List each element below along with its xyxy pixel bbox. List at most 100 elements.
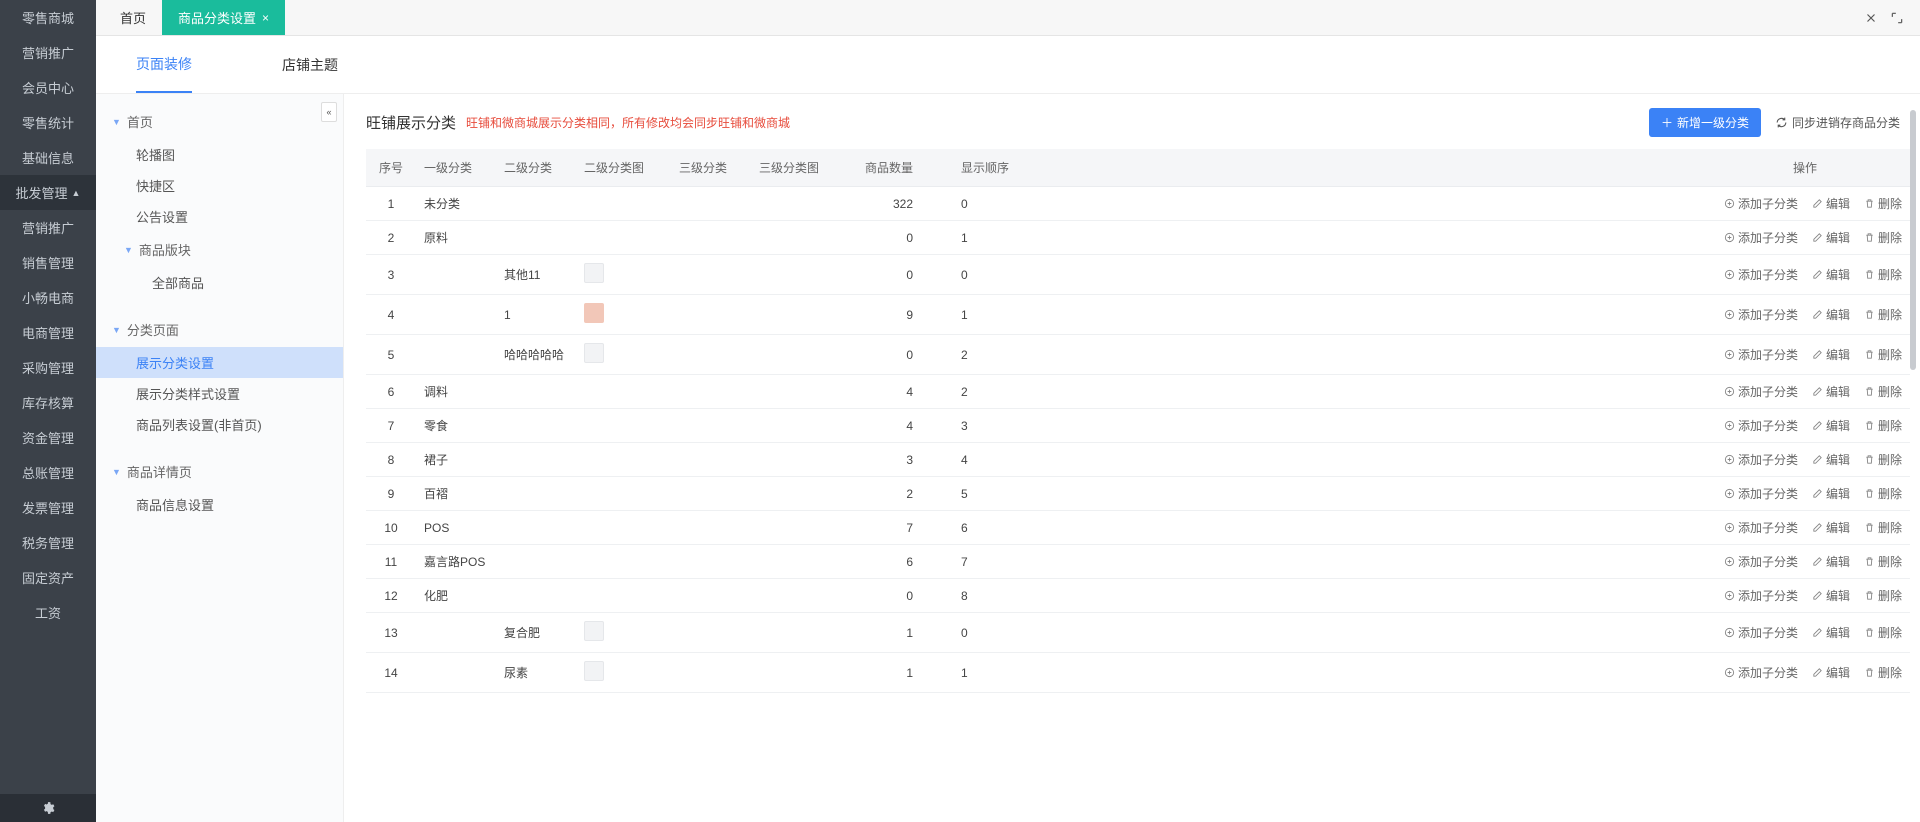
collapse-panel-button[interactable]: « bbox=[321, 102, 337, 122]
delete-button[interactable]: 删除 bbox=[1864, 417, 1902, 434]
cell-l2: 尿素 bbox=[496, 653, 576, 693]
edit-button[interactable]: 编辑 bbox=[1812, 195, 1850, 212]
add-child-button[interactable]: 添加子分类 bbox=[1724, 451, 1798, 468]
tree-item-display-cat-settings[interactable]: 展示分类设置 bbox=[96, 347, 343, 378]
tree-item-quickarea[interactable]: 快捷区 bbox=[96, 170, 343, 201]
subtab-theme[interactable]: 店铺主题 bbox=[282, 38, 338, 92]
edit-button[interactable]: 编辑 bbox=[1812, 383, 1850, 400]
nav-retail-mall[interactable]: 零售商城 bbox=[0, 0, 96, 35]
add-child-button[interactable]: 添加子分类 bbox=[1724, 519, 1798, 536]
tab-category-settings[interactable]: 商品分类设置× bbox=[162, 0, 285, 35]
add-top-category-button[interactable]: ＋新增一级分类 bbox=[1649, 108, 1761, 137]
add-child-button[interactable]: 添加子分类 bbox=[1724, 587, 1798, 604]
tree-item-goods-list[interactable]: 商品列表设置(非首页) bbox=[96, 409, 343, 440]
scrollbar-thumb[interactable] bbox=[1910, 110, 1916, 370]
nav-funds[interactable]: 资金管理 bbox=[0, 420, 96, 455]
delete-button[interactable]: 删除 bbox=[1864, 195, 1902, 212]
edit-button[interactable]: 编辑 bbox=[1812, 417, 1850, 434]
nav-ledger[interactable]: 总账管理 bbox=[0, 455, 96, 490]
nav-sales[interactable]: 销售管理 bbox=[0, 245, 96, 280]
delete-button[interactable]: 删除 bbox=[1864, 306, 1902, 323]
add-child-button[interactable]: 添加子分类 bbox=[1724, 266, 1798, 283]
tab-home[interactable]: 首页 bbox=[104, 0, 162, 35]
table-row: 6调料42添加子分类编辑删除 bbox=[366, 375, 1910, 409]
add-child-button[interactable]: 添加子分类 bbox=[1724, 553, 1798, 570]
th-l3: 三级分类 bbox=[671, 149, 751, 187]
nav-marketing-2[interactable]: 营销推广 bbox=[0, 210, 96, 245]
nav-inventory[interactable]: 库存核算 bbox=[0, 385, 96, 420]
nav-member-center[interactable]: 会员中心 bbox=[0, 70, 96, 105]
cell-seq: 8 bbox=[366, 443, 416, 477]
nav-purchase[interactable]: 采购管理 bbox=[0, 350, 96, 385]
nav-invoice[interactable]: 发票管理 bbox=[0, 490, 96, 525]
cell-l3 bbox=[671, 335, 751, 375]
edit-button[interactable]: 编辑 bbox=[1812, 587, 1850, 604]
tree-group-home[interactable]: ▼首页 bbox=[96, 104, 343, 139]
edit-button[interactable]: 编辑 bbox=[1812, 553, 1850, 570]
settings-button[interactable] bbox=[0, 794, 96, 822]
edit-button[interactable]: 编辑 bbox=[1812, 229, 1850, 246]
close-all-icon[interactable] bbox=[1864, 11, 1878, 25]
nav-tax[interactable]: 税务管理 bbox=[0, 525, 96, 560]
add-child-button[interactable]: 添加子分类 bbox=[1724, 229, 1798, 246]
add-child-button[interactable]: 添加子分类 bbox=[1724, 346, 1798, 363]
edit-button[interactable]: 编辑 bbox=[1812, 346, 1850, 363]
edit-button[interactable]: 编辑 bbox=[1812, 624, 1850, 641]
th-order: 显示顺序 bbox=[921, 149, 1700, 187]
delete-button[interactable]: 删除 bbox=[1864, 624, 1902, 641]
add-child-button[interactable]: 添加子分类 bbox=[1724, 417, 1798, 434]
plus-icon: ＋ bbox=[1661, 114, 1673, 131]
nav-fixed-asset[interactable]: 固定资产 bbox=[0, 560, 96, 595]
cell-l2: 1 bbox=[496, 295, 576, 335]
nav-salary[interactable]: 工资 bbox=[0, 595, 96, 630]
add-child-button[interactable]: 添加子分类 bbox=[1724, 664, 1798, 681]
tree-group-goods-block[interactable]: ▼商品版块 bbox=[96, 232, 343, 267]
tree-item-display-cat-style[interactable]: 展示分类样式设置 bbox=[96, 378, 343, 409]
cell-ops: 添加子分类编辑删除 bbox=[1700, 511, 1910, 545]
edit-button[interactable]: 编辑 bbox=[1812, 519, 1850, 536]
tree-item-goods-info[interactable]: 商品信息设置 bbox=[96, 489, 343, 520]
tree-group-detail-page[interactable]: ▼商品详情页 bbox=[96, 454, 343, 489]
edit-button[interactable]: 编辑 bbox=[1812, 306, 1850, 323]
delete-button[interactable]: 删除 bbox=[1864, 664, 1902, 681]
tree-item-carousel[interactable]: 轮播图 bbox=[96, 139, 343, 170]
delete-button[interactable]: 删除 bbox=[1864, 587, 1902, 604]
cell-l1: 原料 bbox=[416, 221, 496, 255]
delete-button[interactable]: 删除 bbox=[1864, 383, 1902, 400]
delete-button[interactable]: 删除 bbox=[1864, 346, 1902, 363]
delete-button[interactable]: 删除 bbox=[1864, 519, 1902, 536]
cell-l1: POS bbox=[416, 511, 496, 545]
nav-wholesale[interactable]: 批发管理▲ bbox=[0, 175, 96, 210]
add-child-button[interactable]: 添加子分类 bbox=[1724, 306, 1798, 323]
edit-button[interactable]: 编辑 bbox=[1812, 266, 1850, 283]
expand-icon[interactable] bbox=[1890, 11, 1904, 25]
tree-item-all-goods[interactable]: 全部商品 bbox=[96, 267, 343, 298]
nav-retail-stat[interactable]: 零售统计 bbox=[0, 105, 96, 140]
delete-button[interactable]: 删除 bbox=[1864, 485, 1902, 502]
cell-l2img bbox=[576, 221, 671, 255]
thumbnail-placeholder bbox=[584, 343, 604, 363]
add-child-button[interactable]: 添加子分类 bbox=[1724, 485, 1798, 502]
nav-ecommerce[interactable]: 电商管理 bbox=[0, 315, 96, 350]
nav-xiaochang[interactable]: 小畅电商 bbox=[0, 280, 96, 315]
delete-button[interactable]: 删除 bbox=[1864, 266, 1902, 283]
nav-marketing-1[interactable]: 营销推广 bbox=[0, 35, 96, 70]
subtab-decoration[interactable]: 页面装修 bbox=[136, 37, 192, 93]
cell-order: 5 bbox=[921, 477, 1700, 511]
close-icon[interactable]: × bbox=[262, 11, 269, 25]
tree-item-notice[interactable]: 公告设置 bbox=[96, 201, 343, 232]
add-child-button[interactable]: 添加子分类 bbox=[1724, 383, 1798, 400]
delete-button[interactable]: 删除 bbox=[1864, 229, 1902, 246]
cell-l1: 调料 bbox=[416, 375, 496, 409]
delete-button[interactable]: 删除 bbox=[1864, 451, 1902, 468]
cell-l2img bbox=[576, 409, 671, 443]
delete-button[interactable]: 删除 bbox=[1864, 553, 1902, 570]
add-child-button[interactable]: 添加子分类 bbox=[1724, 195, 1798, 212]
edit-button[interactable]: 编辑 bbox=[1812, 485, 1850, 502]
edit-button[interactable]: 编辑 bbox=[1812, 451, 1850, 468]
tree-group-category-page[interactable]: ▼分类页面 bbox=[96, 312, 343, 347]
sync-categories-button[interactable]: 同步进销存商品分类 bbox=[1775, 114, 1900, 131]
nav-basic-info[interactable]: 基础信息 bbox=[0, 140, 96, 175]
add-child-button[interactable]: 添加子分类 bbox=[1724, 624, 1798, 641]
edit-button[interactable]: 编辑 bbox=[1812, 664, 1850, 681]
